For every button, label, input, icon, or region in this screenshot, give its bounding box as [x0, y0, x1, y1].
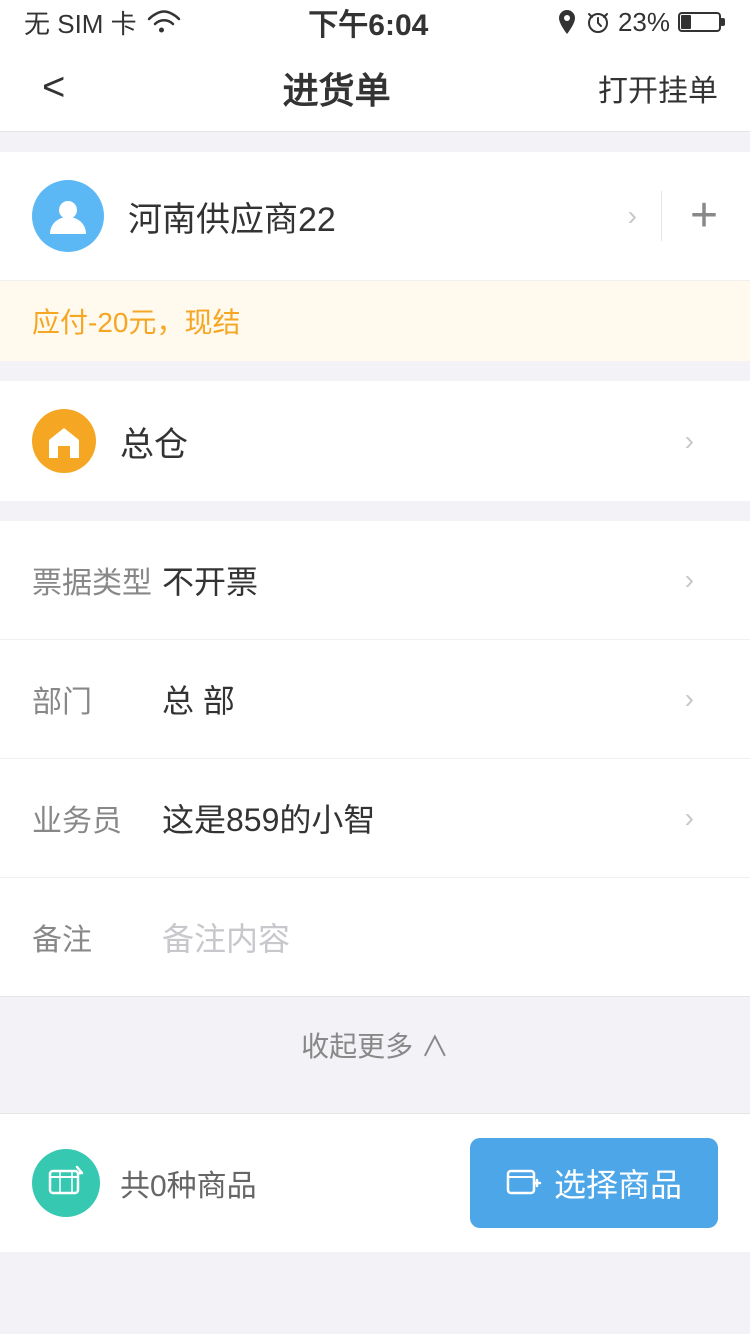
department-chevron: › [685, 683, 694, 715]
section-gap-1 [0, 132, 750, 152]
status-left: 无 SIM 卡 [24, 4, 181, 41]
supplier-name: 河南供应商22 [128, 192, 628, 241]
collapse-label: 收起更多 ∧ [301, 1031, 449, 1062]
notice-bar: 应付-20元，现结 [0, 281, 750, 361]
warehouse-name: 总仓 [120, 417, 685, 466]
vertical-divider [661, 191, 662, 241]
battery-icon [678, 9, 726, 35]
select-product-label: 选择商品 [554, 1160, 682, 1206]
supplier-row[interactable]: 河南供应商22 › + [0, 152, 750, 281]
warehouse-icon-container [32, 409, 96, 473]
department-value: 总 部 [162, 676, 685, 722]
page-title: 进货单 [283, 62, 391, 114]
cart-icon [46, 1163, 86, 1203]
salesperson-row[interactable]: 业务员 这是859的小智 › [0, 759, 750, 878]
invoice-type-label: 票据类型 [32, 558, 162, 602]
location-icon [556, 9, 578, 35]
remark-label: 备注 [32, 915, 162, 959]
battery-text: 23% [618, 7, 670, 38]
status-bar: 无 SIM 卡 下午6:04 23% [0, 0, 750, 44]
invoice-type-chevron: › [685, 564, 694, 596]
department-row[interactable]: 部门 总 部 › [0, 640, 750, 759]
status-time: 下午6:04 [308, 0, 428, 44]
nav-bar: < 进货单 打开挂单 [0, 44, 750, 132]
invoice-type-row[interactable]: 票据类型 不开票 › [0, 521, 750, 640]
section-gap-3 [0, 501, 750, 521]
invoice-type-value: 不开票 [162, 557, 685, 603]
salesperson-value: 这是859的小智 [162, 795, 685, 841]
select-product-icon [506, 1165, 542, 1201]
status-right: 23% [556, 7, 726, 38]
warehouse-chevron-icon: › [685, 425, 694, 457]
alarm-icon [586, 9, 610, 35]
salesperson-chevron: › [685, 802, 694, 834]
section-gap-4 [0, 1093, 750, 1113]
remark-row[interactable]: 备注 备注内容 [0, 878, 750, 996]
warehouse-row[interactable]: 总仓 › [0, 381, 750, 501]
supplier-chevron-icon: › [628, 200, 637, 232]
warehouse-section: 总仓 › [0, 381, 750, 501]
collapse-bar[interactable]: 收起更多 ∧ [0, 996, 750, 1093]
form-section: 票据类型 不开票 › 部门 总 部 › 业务员 这是859的小智 › 备注 备注… [0, 521, 750, 996]
select-product-button[interactable]: 选择商品 [470, 1138, 718, 1228]
open-pending-button[interactable]: 打开挂单 [598, 66, 718, 110]
section-gap-2 [0, 361, 750, 381]
product-count-icon-container [32, 1149, 100, 1217]
notice-text: 应付-20元，现结 [32, 307, 240, 338]
no-sim-label: 无 SIM 卡 [24, 4, 137, 41]
remark-input[interactable]: 备注内容 [162, 914, 718, 960]
user-icon [46, 194, 90, 238]
warehouse-building-icon [45, 422, 83, 460]
salesperson-label: 业务员 [32, 796, 162, 840]
back-button[interactable]: < [32, 55, 75, 120]
wifi-icon [147, 10, 181, 34]
add-button[interactable]: + [690, 192, 718, 240]
supplier-avatar [32, 180, 104, 252]
product-count-text: 共0种商品 [120, 1161, 470, 1205]
bottom-bar: 共0种商品 选择商品 [0, 1113, 750, 1252]
supplier-section: 河南供应商22 › + 应付-20元，现结 [0, 152, 750, 361]
page-content: 河南供应商22 › + 应付-20元，现结 总仓 › [0, 132, 750, 1334]
department-label: 部门 [32, 677, 162, 721]
